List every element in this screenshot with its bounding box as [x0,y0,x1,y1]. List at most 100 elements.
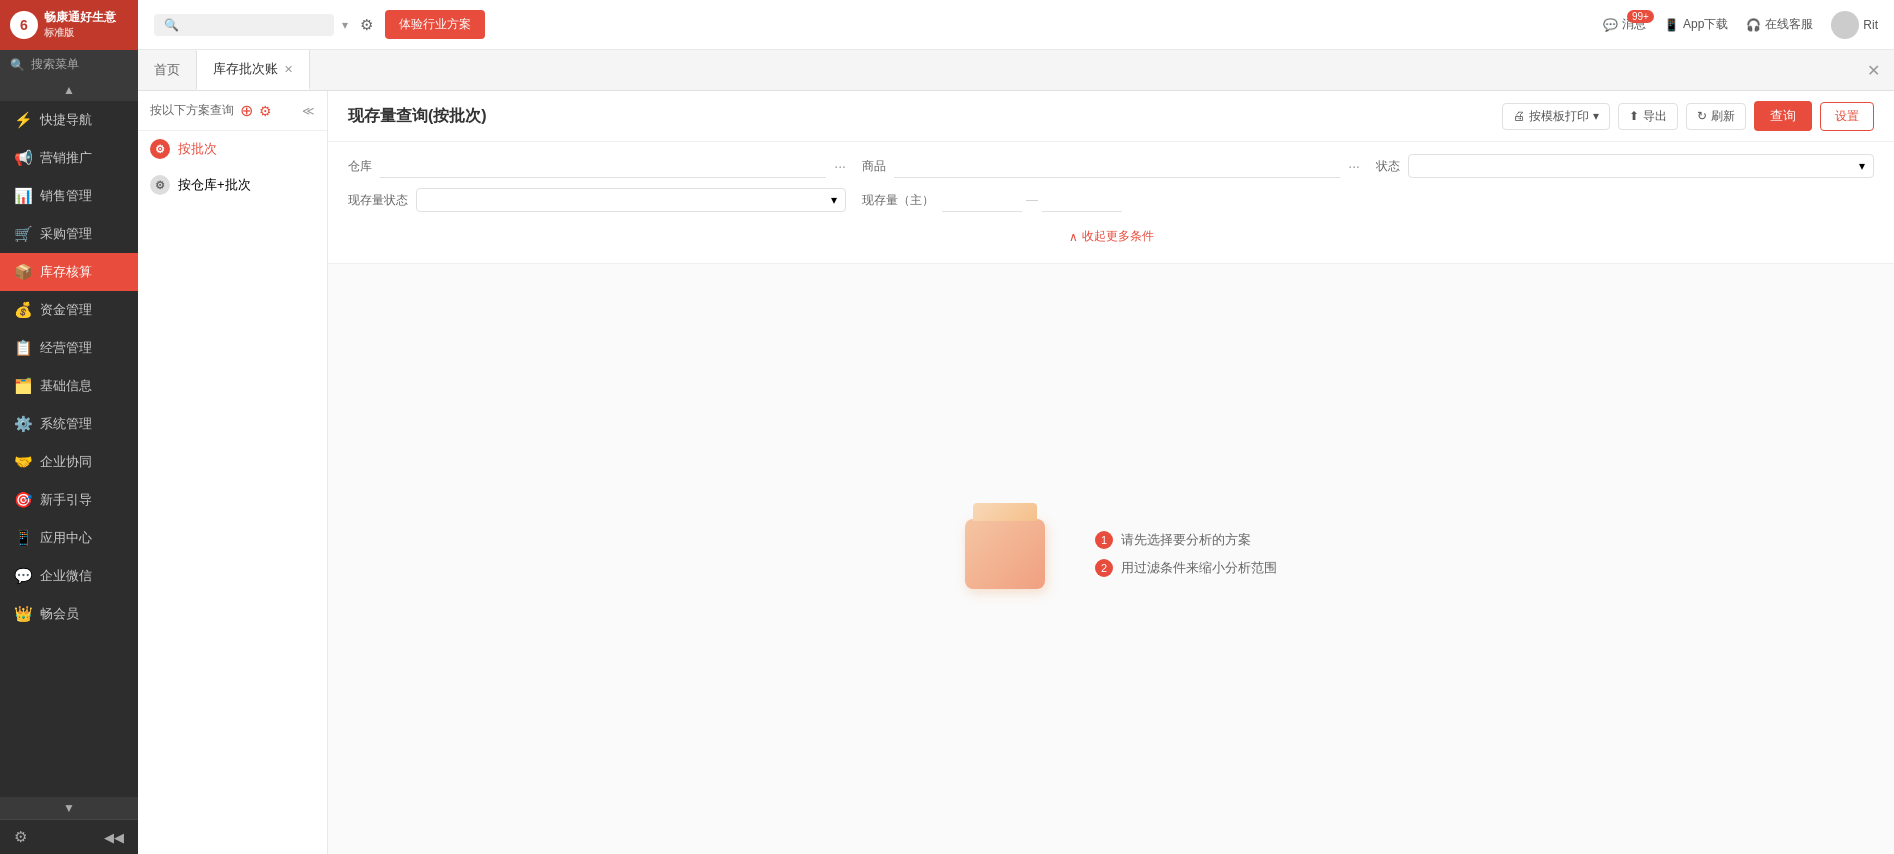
sidebar-item-sales[interactable]: 📊 销售管理 [0,177,138,215]
export-label: 导出 [1643,108,1667,125]
messages-btn[interactable]: 💬 消息 99+ [1603,16,1646,33]
tab-home[interactable]: 首页 [138,51,197,89]
collapse-more-btn[interactable]: ∧ 收起更多条件 [348,222,1874,251]
status-select[interactable]: ▾ [1408,154,1874,178]
purchase-icon: 🛒 [14,225,32,243]
warehouse-dots[interactable]: ··· [834,158,846,174]
tip-1-text: 请先选择要分析的方案 [1121,531,1251,549]
tabbar: 首页 库存批次账 ✕ ✕ [138,50,1894,91]
sidebar-item-operations[interactable]: 📋 经营管理 [0,329,138,367]
qty-range-max[interactable] [1042,189,1122,212]
sidebar-item-members[interactable]: 👑 畅会员 [0,595,138,633]
settings-footer-icon[interactable]: ⚙ [14,828,27,846]
tip-2: 2 用过滤条件来缩小分析范围 [1095,559,1277,577]
sales-icon: 📊 [14,187,32,205]
warehouse-filter-group: 仓库 ··· [348,155,846,178]
inventory-status-label: 现存量状态 [348,192,408,209]
topbar-gear-icon[interactable]: ⚙ [360,16,373,34]
sidebar-item-finance[interactable]: 💰 资金管理 [0,291,138,329]
warehouse-input[interactable] [380,155,826,178]
inventory-status-select[interactable]: ▾ [416,188,846,212]
sidebar-item-members-label: 畅会员 [40,605,79,623]
system-icon: ⚙️ [14,415,32,433]
sidebar-item-marketing-label: 营销推广 [40,149,92,167]
tip-2-text: 用过滤条件来缩小分析范围 [1121,559,1277,577]
export-btn[interactable]: ⬆ 导出 [1618,103,1678,130]
print-btn[interactable]: 🖨 按模板打印 ▾ [1502,103,1610,130]
tip-2-num: 2 [1095,559,1113,577]
add-plan-icon[interactable]: ⊕ [240,101,253,120]
sidebar-item-basic-label: 基础信息 [40,377,92,395]
user-profile[interactable]: Rit [1831,11,1878,39]
app-subtitle: 标准版 [44,26,116,40]
sidebar-search[interactable]: 🔍 搜索菜单 [0,50,138,79]
status-filter-group: 状态 ▾ [1376,154,1874,178]
online-support-btn[interactable]: 🎧 在线客服 [1746,16,1813,33]
page-actions: 🖨 按模板打印 ▾ ⬆ 导出 ↻ 刷新 查询 设置 [1502,101,1874,131]
collapse-chevron-icon: ∧ [1069,230,1078,244]
status-select-chevron: ▾ [1859,159,1865,173]
sidebar-item-weixin[interactable]: 💬 企业微信 [0,557,138,595]
user-name: Rit [1863,18,1878,32]
experience-btn[interactable]: 体验行业方案 [385,10,485,39]
plan-item-warehouse-batch[interactable]: ⚙ 按仓库+批次 [138,167,327,203]
plan-settings-icon[interactable]: ⚙ [259,103,272,119]
scroll-down-btn[interactable]: ▼ [0,797,138,819]
plan-item-batch[interactable]: ⚙ 按批次 [138,131,327,167]
sidebar-footer: ⚙ ◀◀ [0,819,138,854]
finance-icon: 💰 [14,301,32,319]
plan-icon-warehouse-batch: ⚙ [150,175,170,195]
qty-range-min[interactable] [942,189,1022,212]
tab-home-label: 首页 [154,61,180,79]
warehouse-label: 仓库 [348,158,372,175]
sidebar-item-shortcuts[interactable]: ⚡ 快捷导航 [0,101,138,139]
apps-icon: 📱 [14,529,32,547]
product-dots[interactable]: ··· [1348,158,1360,174]
empty-box-illustration [965,519,1045,589]
sidebar-item-apps[interactable]: 📱 应用中心 [0,519,138,557]
online-support-label: 在线客服 [1765,16,1813,33]
sidebar-item-inventory[interactable]: 📦 库存核算 [0,253,138,291]
sidebar-item-system-label: 系统管理 [40,415,92,433]
sidebar: 6 畅康通好生意 标准版 🔍 搜索菜单 ▲ ⚡ 快捷导航 📢 营销推广 📊 销售… [0,0,138,854]
support-icon: 🎧 [1746,18,1761,32]
enterprise-icon: 🤝 [14,453,32,471]
filter-area: 仓库 ··· 商品 ··· 状态 ▾ [328,142,1894,264]
print-dropdown-icon[interactable]: ▾ [1593,109,1599,123]
app-logo: 6 [10,11,38,39]
qty-dash: — [1026,193,1038,207]
sidebar-item-sales-label: 销售管理 [40,187,92,205]
scroll-up-btn[interactable]: ▲ [0,79,138,101]
sidebar-item-guide[interactable]: 🎯 新手引导 [0,481,138,519]
topbar-search-box[interactable]: 🔍 [154,14,334,36]
tab-inventory-batch[interactable]: 库存批次账 ✕ [197,50,310,90]
tip-1: 1 请先选择要分析的方案 [1095,531,1277,549]
filter-row-2: 现存量状态 ▾ 现存量（主） — [348,188,1874,212]
phone-icon: 📱 [1664,18,1679,32]
query-btn[interactable]: 查询 [1754,101,1812,131]
print-label: 按模板打印 [1529,108,1589,125]
sidebar-item-basic[interactable]: 🗂️ 基础信息 [0,367,138,405]
sidebar-item-system[interactable]: ⚙️ 系统管理 [0,405,138,443]
sidebar-item-inventory-label: 库存核算 [40,263,92,281]
sidebar-item-marketing[interactable]: 📢 营销推广 [0,139,138,177]
plan-label-batch: 按批次 [178,140,217,158]
tab-close-global[interactable]: ✕ [1853,53,1894,88]
settings-btn[interactable]: 设置 [1820,102,1874,131]
user-avatar [1831,11,1859,39]
sidebar-item-enterprise[interactable]: 🤝 企业协同 [0,443,138,481]
qty-range: — [942,189,1122,212]
sidebar-item-purchase[interactable]: 🛒 采购管理 [0,215,138,253]
collapse-sidebar-btn[interactable]: ◀◀ [104,830,124,845]
product-input[interactable] [894,155,1340,178]
app-download-btn[interactable]: 📱 App下载 [1664,16,1728,33]
collapse-more-label: 收起更多条件 [1082,228,1154,245]
search-label: 搜索菜单 [31,56,79,73]
refresh-btn[interactable]: ↻ 刷新 [1686,103,1746,130]
operations-icon: 📋 [14,339,32,357]
tab-inventory-batch-close[interactable]: ✕ [284,63,293,76]
right-panel: 现存量查询(按批次) 🖨 按模板打印 ▾ ⬆ 导出 ↻ 刷新 [328,91,1894,854]
topbar-chevron-icon[interactable]: ▾ [342,18,348,32]
product-filter-group: 商品 ··· [862,155,1360,178]
collapse-left-panel-icon[interactable]: ≪ [302,104,315,118]
